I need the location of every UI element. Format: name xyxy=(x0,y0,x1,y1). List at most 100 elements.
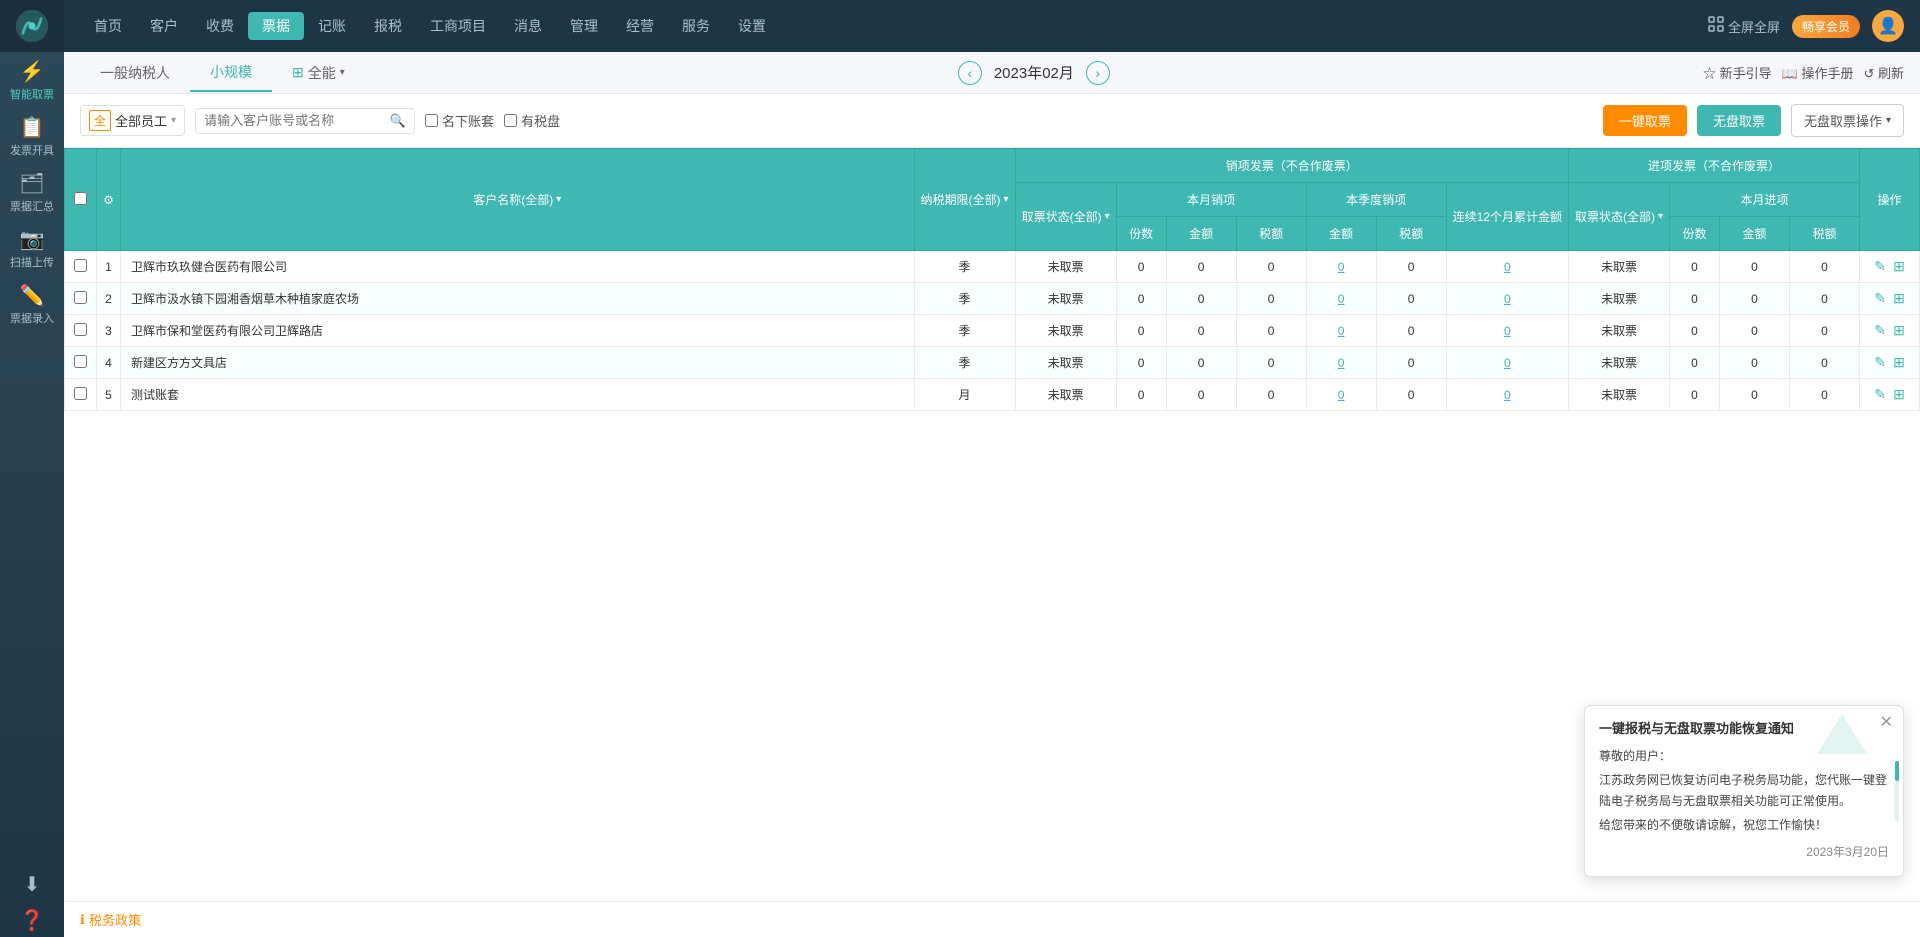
th-sales-m-amount: 金额 xyxy=(1166,217,1236,251)
edit-icon[interactable]: ✎ xyxy=(1874,354,1886,370)
detail-icon[interactable]: ⊞ xyxy=(1893,386,1905,402)
nav-home[interactable]: 首页 xyxy=(80,12,136,40)
nav-client[interactable]: 客户 xyxy=(136,12,192,40)
dropdown-chevron-icon: ▾ xyxy=(1886,115,1891,126)
tabs-actions: ☆ 新手引导 📖 操作手册 ↺ 刷新 xyxy=(1703,63,1904,82)
row-client-name: 测试账套 xyxy=(121,379,915,411)
tabs-row: 一般纳税人 小规模 ⊞ 全能 ▾ ‹ 2023年02月 › ☆ 新手引导 xyxy=(64,52,1920,94)
sidebar-item-download[interactable]: ⬇ xyxy=(0,865,64,901)
diskless-fetch-ops-button[interactable]: 无盘取票操作 ▾ xyxy=(1791,104,1904,137)
tab-all[interactable]: ⊞ 全能 ▾ xyxy=(272,55,365,93)
tab-small-scale[interactable]: 小规模 xyxy=(190,54,272,92)
tax-policy-link[interactable]: ℹ 税务政策 xyxy=(80,910,141,929)
one-click-fetch-button[interactable]: 一键取票 xyxy=(1603,105,1687,136)
user-avatar[interactable]: 👤 xyxy=(1872,10,1904,42)
filter-icon[interactable]: ▾ xyxy=(556,194,561,205)
tab-general-taxpayer[interactable]: 一般纳税人 xyxy=(80,55,190,93)
nav-settings[interactable]: 设置 xyxy=(724,12,780,40)
nav-operation[interactable]: 经营 xyxy=(612,12,668,40)
row-index: 1 xyxy=(97,251,121,283)
nav-management[interactable]: 管理 xyxy=(556,12,612,40)
edit-icon[interactable]: ✎ xyxy=(1874,322,1886,338)
row-period: 季 xyxy=(914,347,1015,379)
my-accounts-checkbox[interactable]: 名下账套 xyxy=(425,111,494,130)
edit-icon[interactable]: ✎ xyxy=(1874,290,1886,306)
summary-icon: 🗂 xyxy=(19,174,44,194)
row-check[interactable] xyxy=(65,251,97,283)
sidebar-item-invoice-entry[interactable]: ✏️ 票据录入 xyxy=(0,276,64,332)
th-purchase-fetch: 取票状态(全部) ▾ xyxy=(1568,183,1669,251)
row-sales-m-tax: 0 xyxy=(1236,347,1306,379)
sidebar-item-help[interactable]: ❓ xyxy=(0,901,64,937)
row-check[interactable] xyxy=(65,379,97,411)
has-tax-disk-checkbox[interactable]: 有税盘 xyxy=(504,111,560,130)
row-sales-m-amount: 0 xyxy=(1166,315,1236,347)
sidebar-item-smart-fetch[interactable]: ⚡ 智能取票 xyxy=(0,52,64,108)
filter-label: 全 xyxy=(89,110,111,131)
notif-scrollbar-thumb xyxy=(1895,761,1899,781)
prev-period-button[interactable]: ‹ xyxy=(958,61,982,85)
diskless-fetch-button[interactable]: 无盘取票 xyxy=(1697,105,1781,136)
next-period-button[interactable]: › xyxy=(1086,61,1110,85)
row-period: 季 xyxy=(914,251,1015,283)
vip-button[interactable]: 畅享会员 xyxy=(1792,15,1860,38)
row-check[interactable] xyxy=(65,283,97,315)
nav-message[interactable]: 消息 xyxy=(500,12,556,40)
notification-close-button[interactable]: ✕ xyxy=(1880,712,1893,732)
download-icon: ⬇ xyxy=(24,875,41,895)
row-client-name: 新建区方方文具店 xyxy=(121,347,915,379)
newbie-guide-btn[interactable]: ☆ 新手引导 xyxy=(1703,63,1772,82)
select-all-checkbox[interactable] xyxy=(74,192,87,205)
row-purchase-m-count: 0 xyxy=(1670,283,1720,315)
row-sales-fetch: 未取票 xyxy=(1015,283,1116,315)
purchase-fetch-filter-icon[interactable]: ▾ xyxy=(1658,211,1663,222)
nav-invoice[interactable]: 票据 xyxy=(248,12,304,40)
table-row: 3 卫辉市保和堂医药有限公司卫辉路店 季 未取票 0 0 0 0 0 0 未取票… xyxy=(65,315,1920,347)
row-sales-q-amount: 0 xyxy=(1306,251,1376,283)
edit-icon[interactable]: ✎ xyxy=(1874,386,1886,402)
nav-tax[interactable]: 报税 xyxy=(360,12,416,40)
row-index: 3 xyxy=(97,315,121,347)
sales-fetch-filter-icon[interactable]: ▾ xyxy=(1105,211,1110,222)
table-row: 1 卫辉市玖玖健合医药有限公司 季 未取票 0 0 0 0 0 0 未取票 0 … xyxy=(65,251,1920,283)
th-sales-fetch: 取票状态(全部) ▾ xyxy=(1015,183,1116,251)
notification-content: 尊敬的用户： 江苏政务网已恢复访问电子税务局功能，您代账一键登陆电子税务局与无盘… xyxy=(1599,746,1889,862)
sidebar-item-issue-invoice[interactable]: 📋 发票开具 xyxy=(0,108,64,164)
row-sales-cumulative: 0 xyxy=(1446,315,1568,347)
logo[interactable] xyxy=(0,0,64,52)
fullscreen-btn[interactable]: 全屏全屏 xyxy=(1708,16,1780,36)
row-sales-q-tax: 0 xyxy=(1376,283,1446,315)
row-check[interactable] xyxy=(65,347,97,379)
toolbar: 全 全部员工 ▾ 🔍 名下账套 有税盘 一键取票 无盘取票 无盘取票操作 ▾ xyxy=(64,94,1920,148)
period-filter-icon[interactable]: ▾ xyxy=(1004,194,1009,205)
settings-icon[interactable]: ⚙ xyxy=(103,193,114,207)
nav-bookkeeping[interactable]: 记账 xyxy=(304,12,360,40)
edit-icon[interactable]: ✎ xyxy=(1874,258,1886,274)
row-sales-m-count: 0 xyxy=(1116,283,1166,315)
row-purchase-m-count: 0 xyxy=(1670,315,1720,347)
detail-icon[interactable]: ⊞ xyxy=(1893,322,1905,338)
nav-service[interactable]: 服务 xyxy=(668,12,724,40)
detail-icon[interactable]: ⊞ xyxy=(1893,290,1905,306)
sidebar-item-invoice-summary[interactable]: 🗂 票据汇总 xyxy=(0,164,64,220)
nav-commerce[interactable]: 工商项目 xyxy=(416,12,500,40)
refresh-btn[interactable]: ↺ 刷新 xyxy=(1863,63,1904,82)
search-input[interactable] xyxy=(204,113,384,128)
row-sales-m-amount: 0 xyxy=(1166,283,1236,315)
info-icon: ℹ xyxy=(80,912,85,928)
sidebar-item-scan-upload[interactable]: 📷 扫描上传 xyxy=(0,220,64,276)
row-period: 月 xyxy=(914,379,1015,411)
th-purchase-m-tax: 税额 xyxy=(1790,217,1860,251)
help-icon: ❓ xyxy=(20,911,45,931)
employee-filter[interactable]: 全 全部员工 ▾ xyxy=(80,105,185,136)
row-purchase-fetch: 未取票 xyxy=(1568,283,1669,315)
nav-billing[interactable]: 收费 xyxy=(192,12,248,40)
search-icon[interactable]: 🔍 xyxy=(390,113,406,129)
detail-icon[interactable]: ⊞ xyxy=(1893,258,1905,274)
row-sales-m-count: 0 xyxy=(1116,379,1166,411)
row-index: 4 xyxy=(97,347,121,379)
row-sales-q-amount: 0 xyxy=(1306,347,1376,379)
detail-icon[interactable]: ⊞ xyxy=(1893,354,1905,370)
manual-btn[interactable]: 📖 操作手册 xyxy=(1782,63,1854,82)
row-check[interactable] xyxy=(65,315,97,347)
